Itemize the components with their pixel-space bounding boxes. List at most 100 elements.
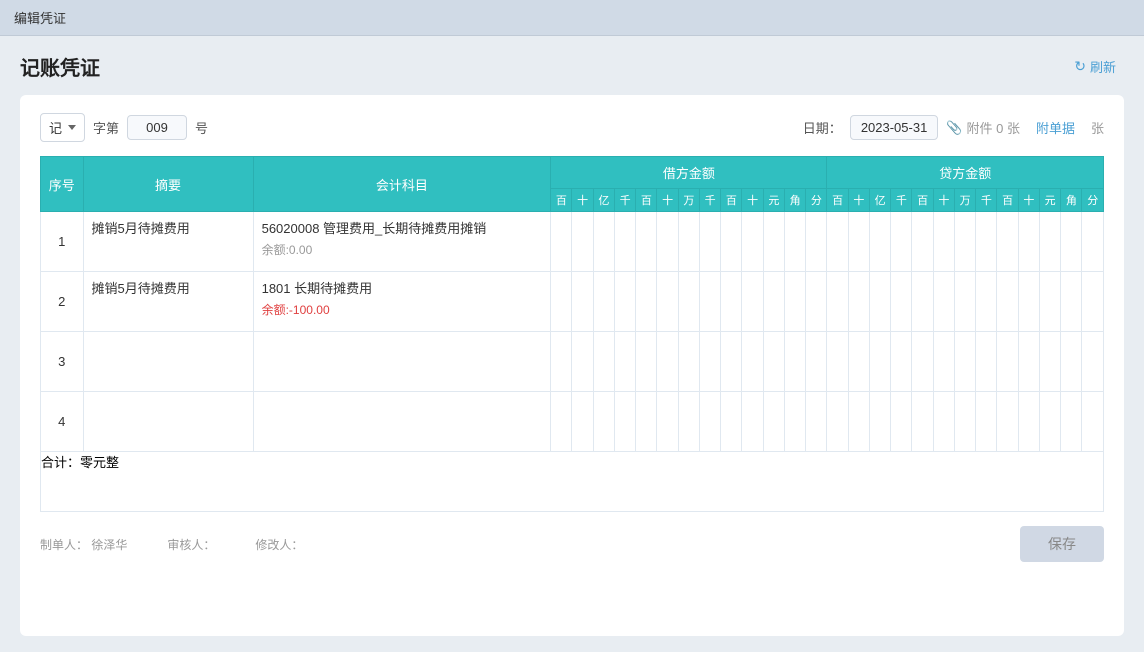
row1-c3[interactable]	[869, 212, 890, 272]
row1-d5[interactable]	[636, 212, 657, 272]
row3-d6[interactable]	[657, 332, 678, 392]
row4-c6[interactable]	[933, 392, 954, 452]
row3-d2[interactable]	[572, 332, 593, 392]
row2-d10[interactable]	[742, 272, 763, 332]
row1-d3[interactable]	[593, 212, 614, 272]
row1-c8[interactable]	[976, 212, 997, 272]
row4-seq[interactable]: 4	[41, 392, 84, 452]
row2-d5[interactable]	[636, 272, 657, 332]
date-input[interactable]: 2023-05-31	[850, 115, 939, 140]
row2-c8[interactable]	[976, 272, 997, 332]
row2-d9[interactable]	[721, 272, 742, 332]
row4-c5[interactable]	[912, 392, 933, 452]
single-record-button[interactable]: 附单据	[1036, 118, 1075, 137]
row4-c2[interactable]	[848, 392, 869, 452]
row1-d12[interactable]	[784, 212, 805, 272]
row4-c9[interactable]	[997, 392, 1018, 452]
row3-c12[interactable]	[1061, 332, 1082, 392]
row3-c11[interactable]	[1039, 332, 1060, 392]
row4-d10[interactable]	[742, 392, 763, 452]
row2-c10[interactable]	[1018, 272, 1039, 332]
row1-summary[interactable]: 摊销5月待摊费用	[83, 212, 253, 272]
save-button[interactable]: 保存	[1020, 526, 1104, 562]
row2-d11[interactable]	[763, 272, 784, 332]
row3-c7[interactable]	[954, 332, 975, 392]
row2-c6[interactable]	[933, 272, 954, 332]
row3-seq[interactable]: 3	[41, 332, 84, 392]
row4-d5[interactable]	[636, 392, 657, 452]
row3-d11[interactable]	[763, 332, 784, 392]
row3-c10[interactable]	[1018, 332, 1039, 392]
row4-d8[interactable]	[699, 392, 720, 452]
ji-select[interactable]: 记	[40, 113, 85, 142]
row4-d3[interactable]	[593, 392, 614, 452]
row1-c9[interactable]	[997, 212, 1018, 272]
table-scroll[interactable]: 序号 摘要 会计科目 借方金额 贷方金额 百 十 亿 千	[40, 156, 1104, 512]
row4-c11[interactable]	[1039, 392, 1060, 452]
row1-d4[interactable]	[614, 212, 635, 272]
row4-d13[interactable]	[806, 392, 827, 452]
row2-account[interactable]: 1801 长期待摊费用 余额:-100.00	[253, 272, 551, 332]
row1-d8[interactable]	[699, 212, 720, 272]
row3-d13[interactable]	[806, 332, 827, 392]
row2-d12[interactable]	[784, 272, 805, 332]
refresh-button[interactable]: ↻ 刷新	[1066, 53, 1124, 80]
row1-d13[interactable]	[806, 212, 827, 272]
row4-d6[interactable]	[657, 392, 678, 452]
row2-d3[interactable]	[593, 272, 614, 332]
row1-c12[interactable]	[1061, 212, 1082, 272]
voucher-number[interactable]: 009	[127, 115, 187, 140]
row1-c7[interactable]	[954, 212, 975, 272]
row2-c9[interactable]	[997, 272, 1018, 332]
row2-seq[interactable]: 2	[41, 272, 84, 332]
row4-d9[interactable]	[721, 392, 742, 452]
row3-c3[interactable]	[869, 332, 890, 392]
row4-c12[interactable]	[1061, 392, 1082, 452]
row3-c5[interactable]	[912, 332, 933, 392]
row1-c5[interactable]	[912, 212, 933, 272]
row3-d5[interactable]	[636, 332, 657, 392]
row2-d13[interactable]	[806, 272, 827, 332]
row2-d7[interactable]	[678, 272, 699, 332]
row3-account[interactable]	[253, 332, 551, 392]
row3-d9[interactable]	[721, 332, 742, 392]
row3-d8[interactable]	[699, 332, 720, 392]
row3-d4[interactable]	[614, 332, 635, 392]
row3-c6[interactable]	[933, 332, 954, 392]
row3-c4[interactable]	[891, 332, 912, 392]
row1-d10[interactable]	[742, 212, 763, 272]
row2-summary[interactable]: 摊销5月待摊费用	[83, 272, 253, 332]
row4-d4[interactable]	[614, 392, 635, 452]
row2-c2[interactable]	[848, 272, 869, 332]
row4-c1[interactable]	[827, 392, 848, 452]
row4-c7[interactable]	[954, 392, 975, 452]
row2-d6[interactable]	[657, 272, 678, 332]
row4-d12[interactable]	[784, 392, 805, 452]
row3-d7[interactable]	[678, 332, 699, 392]
row4-d1[interactable]	[551, 392, 572, 452]
row3-d10[interactable]	[742, 332, 763, 392]
row4-c10[interactable]	[1018, 392, 1039, 452]
row1-seq[interactable]: 1	[41, 212, 84, 272]
row2-d4[interactable]	[614, 272, 635, 332]
row1-c2[interactable]	[848, 212, 869, 272]
row4-summary[interactable]	[83, 392, 253, 452]
row1-d6[interactable]	[657, 212, 678, 272]
row2-c7[interactable]	[954, 272, 975, 332]
row3-c8[interactable]	[976, 332, 997, 392]
row1-account[interactable]: 56020008 管理费用_长期待摊费用摊销 余额:0.00	[253, 212, 551, 272]
row3-c2[interactable]	[848, 332, 869, 392]
row3-d3[interactable]	[593, 332, 614, 392]
row4-d11[interactable]	[763, 392, 784, 452]
row4-c13[interactable]	[1082, 392, 1104, 452]
row1-c1[interactable]	[827, 212, 848, 272]
row2-c4[interactable]	[891, 272, 912, 332]
row4-c8[interactable]	[976, 392, 997, 452]
row1-d1[interactable]	[551, 212, 572, 272]
row1-d11[interactable]	[763, 212, 784, 272]
row3-c9[interactable]	[997, 332, 1018, 392]
row1-d9[interactable]	[721, 212, 742, 272]
row4-account[interactable]	[253, 392, 551, 452]
row3-summary[interactable]	[83, 332, 253, 392]
row2-c3[interactable]	[869, 272, 890, 332]
